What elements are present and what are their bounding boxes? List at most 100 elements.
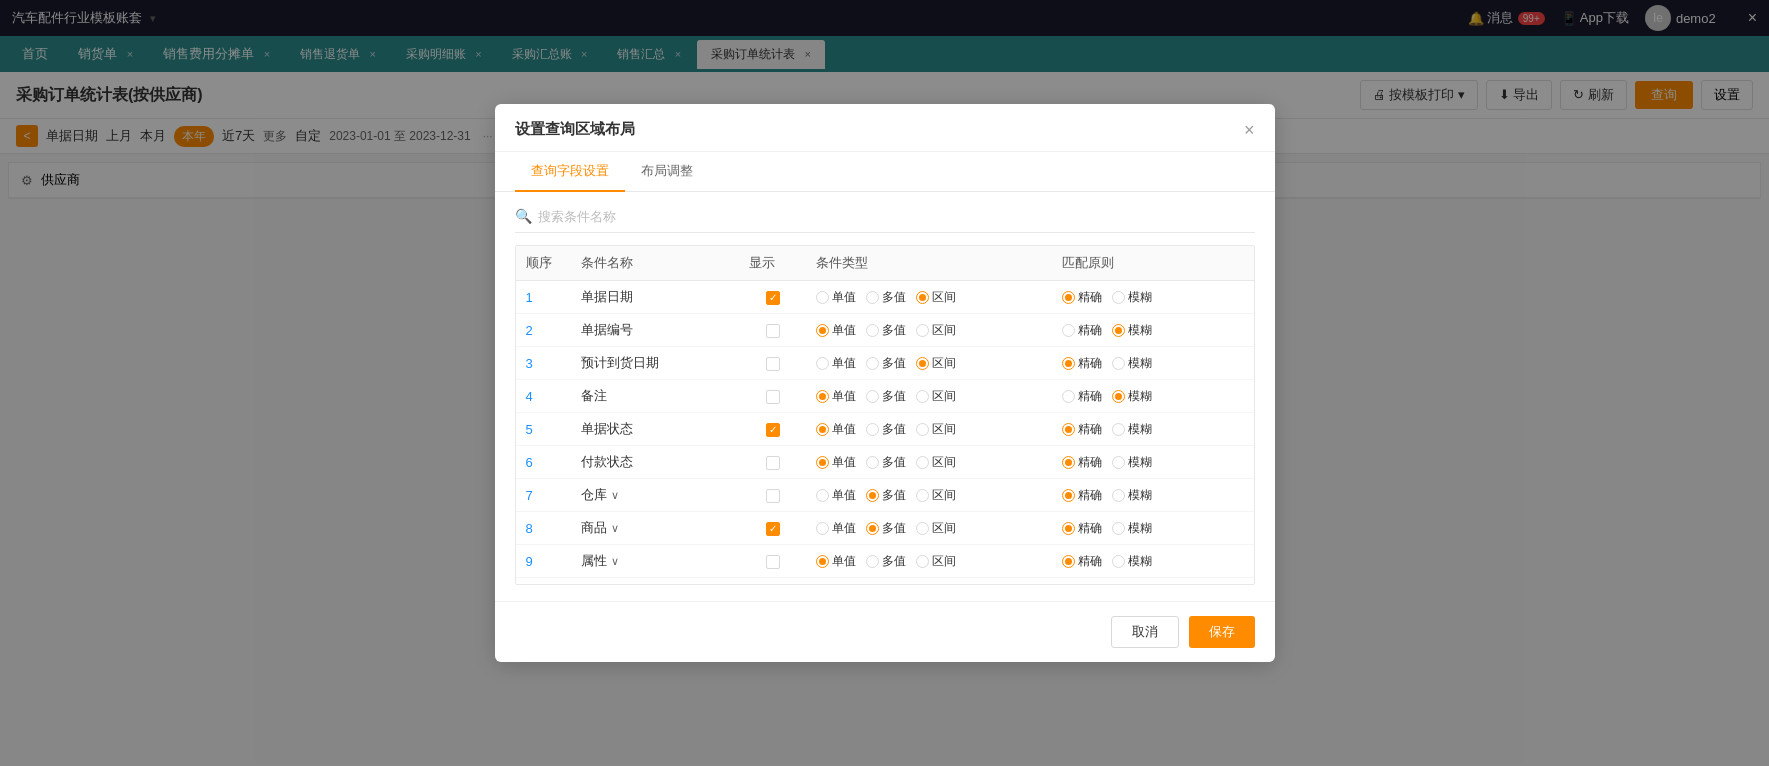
radio-dot-icon (1062, 555, 1075, 568)
type-radio-item[interactable]: 单值 (816, 289, 856, 306)
type-radio-item[interactable]: 多值 (866, 421, 906, 438)
radio-dot-icon (1062, 489, 1075, 502)
table-row: 6付款状态单值多值区间精确模糊 (516, 446, 1254, 479)
radio-dot-icon (816, 522, 829, 535)
type-radio-item[interactable]: 多值 (866, 454, 906, 471)
match-radio-item[interactable]: 模糊 (1112, 454, 1152, 471)
row-type: 单值多值区间 (806, 380, 1052, 413)
overlay: 设置查询区域布局 × 查询字段设置 布局调整 🔍 顺序 条件名称 (0, 0, 1769, 766)
type-radio-item[interactable]: 单值 (816, 454, 856, 471)
save-button[interactable]: 保存 (1189, 616, 1255, 648)
display-checkbox[interactable] (766, 456, 780, 470)
tab-layout-adjust[interactable]: 布局调整 (625, 152, 709, 192)
type-radio-item[interactable]: 区间 (916, 355, 956, 372)
row-display (739, 479, 806, 512)
type-radio-item[interactable]: 单值 (816, 322, 856, 339)
type-radio-item[interactable]: 多值 (866, 553, 906, 570)
row-type: 单值 多值区间 (806, 281, 1052, 314)
type-radio-item[interactable]: 区间 (916, 454, 956, 471)
type-radio-item[interactable]: 多值 (866, 487, 906, 504)
match-radio-item[interactable]: 模糊 (1112, 289, 1152, 306)
cancel-button[interactable]: 取消 (1111, 616, 1179, 648)
display-checkbox[interactable] (766, 522, 780, 536)
radio-label: 模糊 (1128, 454, 1152, 471)
row-type: 单值多值 区间 (806, 479, 1052, 512)
type-radio-item[interactable]: 单值 (816, 388, 856, 405)
type-radio-item[interactable]: 多值 (866, 388, 906, 405)
match-radio-item[interactable]: 精确 (1062, 487, 1102, 504)
display-checkbox[interactable] (766, 423, 780, 437)
radio-dot-icon (916, 489, 929, 502)
radio-dot-icon (916, 423, 929, 436)
display-checkbox[interactable] (766, 489, 780, 503)
type-radio-item[interactable]: 区间 (916, 487, 956, 504)
type-radio-item[interactable]: 单值 (816, 421, 856, 438)
type-radio-item[interactable]: 区间 (916, 553, 956, 570)
display-checkbox[interactable] (766, 390, 780, 404)
row-order: 6 (516, 446, 572, 479)
type-radio-item[interactable]: 区间 (916, 388, 956, 405)
type-radio-item[interactable]: 多值 (866, 355, 906, 372)
type-radio-item[interactable]: 区间 (916, 520, 956, 537)
match-radio-item[interactable]: 模糊 (1112, 421, 1152, 438)
row-display (739, 413, 806, 446)
type-radio-item[interactable]: 区间 (916, 289, 956, 306)
dialog-close-button[interactable]: × (1244, 121, 1255, 139)
radio-dot-icon (1112, 423, 1125, 436)
match-radio-item[interactable]: 模糊 (1112, 553, 1152, 570)
row-match: 精确模糊 (1052, 314, 1253, 347)
match-radio-item[interactable]: 精确 (1062, 454, 1102, 471)
radio-dot-icon (916, 555, 929, 568)
row-name: 备注 (571, 380, 739, 413)
display-checkbox[interactable] (766, 555, 780, 569)
radio-dot-icon (816, 390, 829, 403)
row-match: 精确模糊 (1052, 545, 1253, 578)
type-radio-item[interactable]: 单值 (816, 520, 856, 537)
row-display (739, 281, 806, 314)
type-radio-item[interactable]: 区间 (916, 421, 956, 438)
match-radio-item[interactable]: 模糊 (1112, 487, 1152, 504)
match-radio-item[interactable]: 模糊 (1112, 520, 1152, 537)
display-checkbox[interactable] (766, 291, 780, 305)
radio-label: 单值 (832, 355, 856, 372)
table-row: 8商品 ∨单值多值区间精确模糊 (516, 512, 1254, 545)
match-radio-item[interactable]: 模糊 (1112, 388, 1152, 405)
type-radio-item[interactable]: 单值 (816, 553, 856, 570)
display-checkbox[interactable] (766, 357, 780, 371)
display-checkbox[interactable] (766, 324, 780, 338)
radio-label: 精确 (1078, 322, 1102, 339)
row-display (739, 347, 806, 380)
radio-label: 精确 (1078, 520, 1102, 537)
match-radio-item[interactable]: 模糊 (1112, 355, 1152, 372)
match-radio-item[interactable]: 精确 (1062, 421, 1102, 438)
type-radio-item[interactable]: 多值 (866, 289, 906, 306)
type-radio-item[interactable]: 多值 (866, 520, 906, 537)
type-radio-item[interactable]: 单值 (816, 355, 856, 372)
col-header-match: 匹配原则 (1052, 246, 1253, 281)
radio-dot-icon (866, 489, 879, 502)
settings-table-scroll[interactable]: 顺序 条件名称 显示 条件类型 匹配原则 1单据日期单值多值区间精确模糊2单据编… (515, 245, 1255, 585)
radio-label: 单值 (832, 322, 856, 339)
radio-label: 模糊 (1128, 289, 1152, 306)
row-name: 属性 ∨ (571, 545, 739, 578)
radio-label: 多值 (882, 289, 906, 306)
match-radio-item[interactable]: 精确 (1062, 388, 1102, 405)
row-order: 8 (516, 512, 572, 545)
search-input[interactable] (538, 209, 1255, 224)
row-order: 10 (516, 578, 572, 586)
radio-label: 区间 (932, 487, 956, 504)
radio-label: 单值 (832, 454, 856, 471)
type-radio-item[interactable]: 单值 (816, 487, 856, 504)
match-radio-item[interactable]: 模糊 (1112, 322, 1152, 339)
type-radio-item[interactable]: 多值 (866, 322, 906, 339)
match-radio-item[interactable]: 精确 (1062, 553, 1102, 570)
match-radio-item[interactable]: 精确 (1062, 520, 1102, 537)
radio-dot-icon (1062, 423, 1075, 436)
radio-dot-icon (866, 357, 879, 370)
match-radio-item[interactable]: 精确 (1062, 355, 1102, 372)
type-radio-item[interactable]: 区间 (916, 322, 956, 339)
match-radio-item[interactable]: 精确 (1062, 289, 1102, 306)
match-radio-item[interactable]: 精确 (1062, 322, 1102, 339)
tab-query-fields[interactable]: 查询字段设置 (515, 152, 625, 192)
radio-dot-icon (916, 390, 929, 403)
